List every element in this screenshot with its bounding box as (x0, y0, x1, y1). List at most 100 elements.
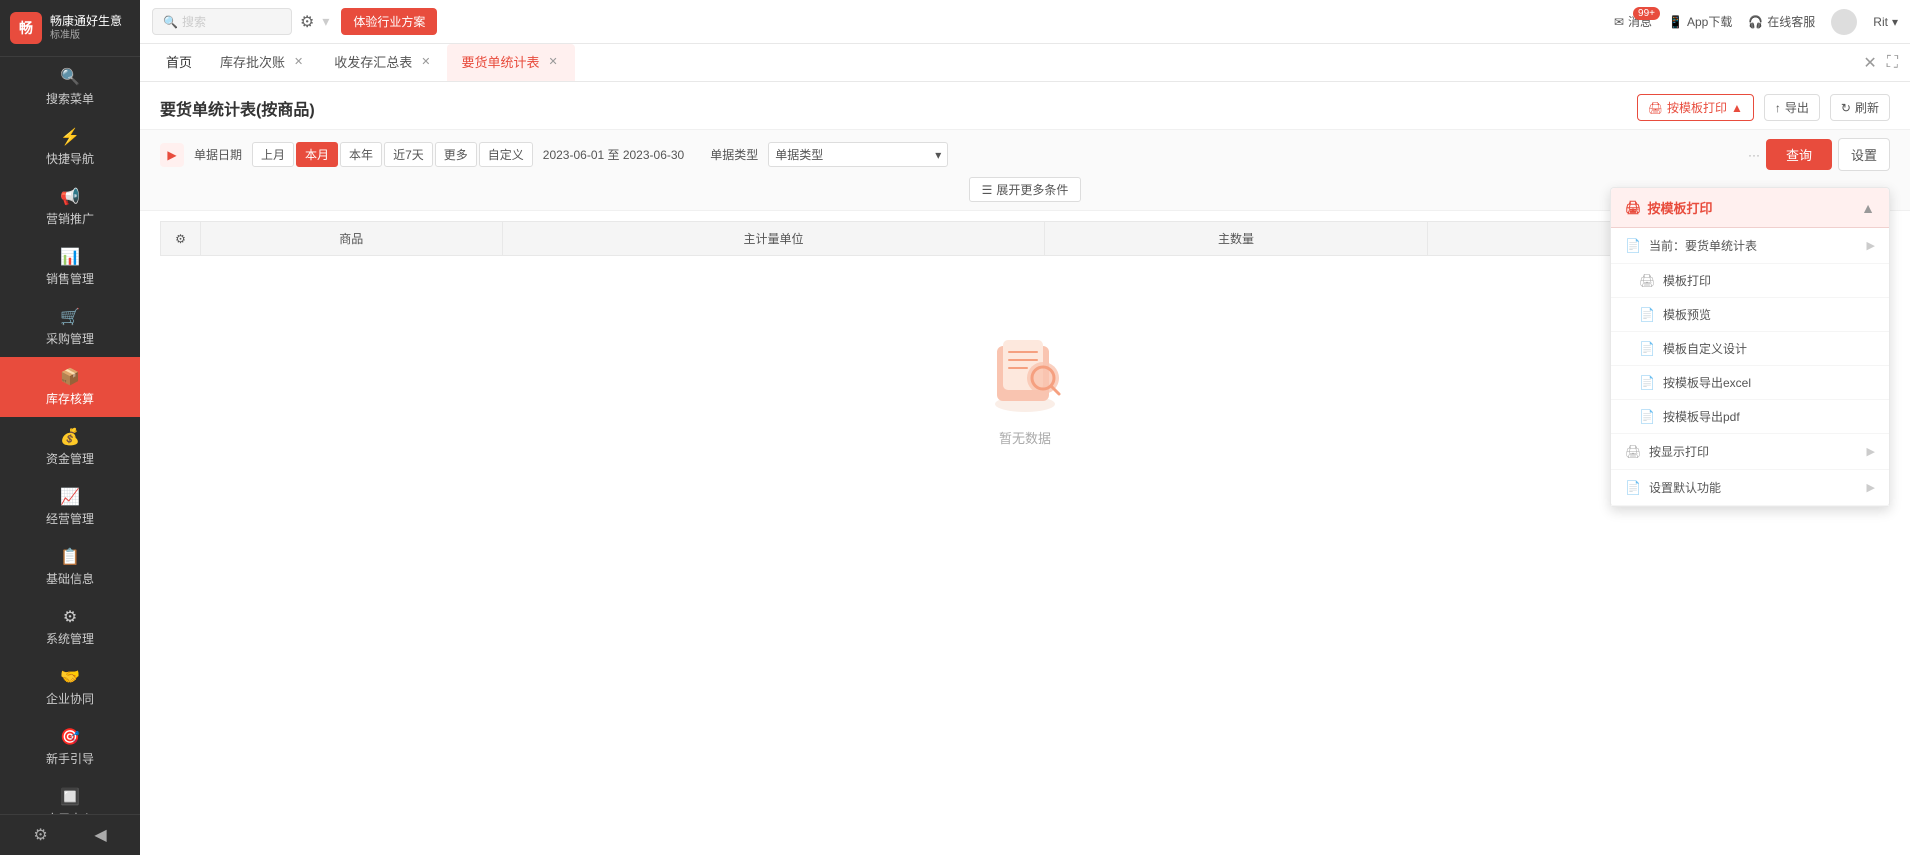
select-arrow-icon: ▾ (935, 148, 941, 162)
setting-button[interactable]: 设置 (1838, 138, 1890, 171)
main-content: 🔍 搜索 ⚙ ▾ 体验行业方案 ✉ 消息 99+ 📱 App下载 🎧 在线客服 (140, 0, 1910, 855)
page-title: 要货单统计表(按商品) (160, 96, 315, 120)
export-icon: ↑ (1775, 101, 1781, 115)
messages-btn[interactable]: ✉ 消息 99+ (1614, 13, 1652, 30)
filter-expand-button[interactable]: ▶ (160, 143, 184, 167)
sidebar-item-basic[interactable]: 📋 基础信息 (0, 537, 140, 597)
dropdown-item-set-default[interactable]: 📄 设置默认功能 ▶ (1611, 470, 1889, 506)
sidebar-item-marketing[interactable]: 📢 营销推广 (0, 177, 140, 237)
date-btn-custom[interactable]: 自定义 (479, 142, 533, 167)
more-options-icon[interactable]: ··· (1748, 148, 1760, 162)
search-icon: 🔍 (163, 15, 178, 29)
avatar-circle (1831, 9, 1857, 35)
marketing-icon: 📢 (60, 187, 80, 207)
page-actions: 🖨 按模板打印 ▲ ↑ 导出 ↻ 刷新 (1637, 94, 1890, 121)
chevron-up-icon[interactable]: ▲ (1861, 200, 1875, 216)
corp-icon: 🤝 (60, 667, 80, 687)
sidebar-item-apps[interactable]: 🔲 应用中心 (0, 777, 140, 814)
tab-expand-icon[interactable]: ⛶ (1887, 54, 1898, 72)
dropdown-item-template-print[interactable]: 🖨 模板打印 (1611, 264, 1889, 298)
app-logo: 畅 畅康通好生意 标准版 (0, 0, 140, 57)
sidebar-item-operation[interactable]: 📈 经营管理 (0, 477, 140, 537)
tab-receipt-summary[interactable]: 收发存汇总表 ✕ (320, 44, 447, 81)
date-btn-more[interactable]: 更多 (435, 142, 477, 167)
sidebar-item-inventory[interactable]: 📦 库存核算 (0, 357, 140, 417)
tabs-bar-right: ✕ ⛶ (1863, 53, 1898, 73)
topbar-gear-icon[interactable]: ⚙ (300, 12, 314, 32)
tab-home[interactable]: 首页 (152, 44, 206, 81)
settings-bottom-btn[interactable]: ⚙ (33, 825, 47, 845)
date-btn-group: 上月 本月 本年 近7天 更多 自定义 (252, 142, 533, 167)
online-service-btn[interactable]: 🎧 在线客服 (1748, 13, 1815, 30)
printer-header-icon: 🖨 (1625, 200, 1642, 216)
template-print-icon: 🖨 (1639, 273, 1655, 289)
expand-more-btn[interactable]: ☰ 展开更多条件 (969, 177, 1082, 202)
app-download-btn[interactable]: 📱 App下载 (1668, 13, 1732, 30)
dropdown-arrow-icon[interactable]: ▾ (322, 13, 329, 30)
query-button[interactable]: 查询 (1766, 139, 1832, 170)
dropdown-header-controls: ▲ (1861, 200, 1875, 216)
template-preview-item-left: 📄 模板预览 (1639, 306, 1711, 323)
tab-close-all-icon[interactable]: ✕ (1863, 53, 1876, 73)
template-print-dropdown: 🖨 按模板打印 ▲ 📄 当前：要货单统计表 ▶ 🖨 模板打印 (1610, 187, 1890, 507)
order-type-label: 单据类型 (710, 146, 758, 163)
tabs-bar: 首页 库存批次账 ✕ 收发存汇总表 ✕ 要货单统计表 ✕ ✕ ⛶ (140, 44, 1910, 82)
tab-inventory-batch[interactable]: 库存批次账 ✕ (206, 44, 320, 81)
tab-close-inventory-batch[interactable]: ✕ (291, 54, 306, 69)
order-type-select[interactable]: 单据类型 ▾ (768, 142, 948, 167)
logo-icon: 畅 (10, 12, 42, 44)
sidebar-item-corp[interactable]: 🤝 企业协同 (0, 657, 140, 717)
template-preview-icon: 📄 (1639, 307, 1655, 323)
col-product: 商品 (201, 222, 503, 256)
sidebar-item-sales[interactable]: 📊 销售管理 (0, 237, 140, 297)
dropdown-header: 🖨 按模板打印 ▲ (1611, 188, 1889, 228)
display-print-icon: 🖨 (1625, 444, 1641, 460)
purchase-icon: 🛒 (60, 307, 80, 327)
col-quantity: 主数量 (1045, 222, 1427, 256)
sidebar-item-search[interactable]: 🔍 搜索菜单 (0, 57, 140, 117)
topbar-right: ✉ 消息 99+ 📱 App下载 🎧 在线客服 Rit ▾ (1614, 9, 1898, 35)
print-dropdown-arrow: ▲ (1731, 101, 1743, 115)
refresh-button[interactable]: ↻ 刷新 (1830, 94, 1890, 121)
dropdown-item-display-print[interactable]: 🖨 按显示打印 ▶ (1611, 434, 1889, 470)
trial-button[interactable]: 体验行业方案 (341, 8, 437, 35)
sidebar-item-shortcut[interactable]: ⚡ 快捷导航 (0, 117, 140, 177)
dropdown-item-template-custom[interactable]: 📄 模板自定义设计 (1611, 332, 1889, 366)
export-button[interactable]: ↑ 导出 (1764, 94, 1820, 121)
tab-order-stats[interactable]: 要货单统计表 ✕ (447, 44, 574, 81)
export-excel-icon: 📄 (1639, 375, 1655, 391)
username-display[interactable]: Rit ▾ (1873, 15, 1898, 29)
sidebar-item-finance[interactable]: 💰 资金管理 (0, 417, 140, 477)
col-settings[interactable]: ⚙ (161, 222, 201, 256)
date-btn-last-month[interactable]: 上月 (252, 142, 294, 167)
sidebar-item-system[interactable]: ⚙ 系统管理 (0, 597, 140, 657)
template-print-button[interactable]: 🖨 按模板打印 ▲ (1637, 94, 1754, 121)
tab-close-receipt-summary[interactable]: ✕ (418, 54, 433, 69)
sidebar-nav: 🔍 搜索菜单 ⚡ 快捷导航 📢 营销推广 📊 销售管理 🛒 采购管理 📦 库存核… (0, 57, 140, 814)
display-print-chevron: ▶ (1867, 445, 1875, 458)
dropdown-item-current[interactable]: 📄 当前：要货单统计表 ▶ (1611, 228, 1889, 264)
user-avatar[interactable] (1831, 9, 1857, 35)
current-indicator-icon: 📄 (1625, 238, 1641, 254)
set-default-chevron: ▶ (1867, 481, 1875, 494)
col-unit: 主计量单位 (502, 222, 1045, 256)
date-btn-7days[interactable]: 近7天 (384, 142, 433, 167)
sidebar: 畅 畅康通好生意 标准版 🔍 搜索菜单 ⚡ 快捷导航 📢 营销推广 📊 销售管理… (0, 0, 140, 855)
tab-close-order-stats[interactable]: ✕ (546, 54, 561, 69)
dropdown-item-template-preview[interactable]: 📄 模板预览 (1611, 298, 1889, 332)
dropdown-item-export-excel[interactable]: 📄 按模板导出excel (1611, 366, 1889, 400)
sidebar-item-guide[interactable]: 🎯 新手引导 (0, 717, 140, 777)
dropdown-item-current-left: 📄 当前：要货单统计表 (1625, 237, 1757, 254)
date-btn-this-month[interactable]: 本月 (296, 142, 338, 167)
sidebar-item-purchase[interactable]: 🛒 采购管理 (0, 297, 140, 357)
guide-icon: 🎯 (60, 727, 80, 747)
dropdown-title: 🖨 按模板打印 (1625, 198, 1713, 217)
basic-icon: 📋 (60, 547, 80, 567)
page-header: 要货单统计表(按商品) 🖨 按模板打印 ▲ ↑ 导出 ↻ 刷新 (140, 82, 1910, 129)
topbar-search[interactable]: 🔍 搜索 (152, 8, 292, 35)
date-btn-this-year[interactable]: 本年 (340, 142, 382, 167)
collapse-btn[interactable]: ◀ (94, 825, 106, 845)
operation-icon: 📈 (60, 487, 80, 507)
search-nav-icon: 🔍 (60, 67, 80, 87)
dropdown-item-export-pdf[interactable]: 📄 按模板导出pdf (1611, 400, 1889, 434)
